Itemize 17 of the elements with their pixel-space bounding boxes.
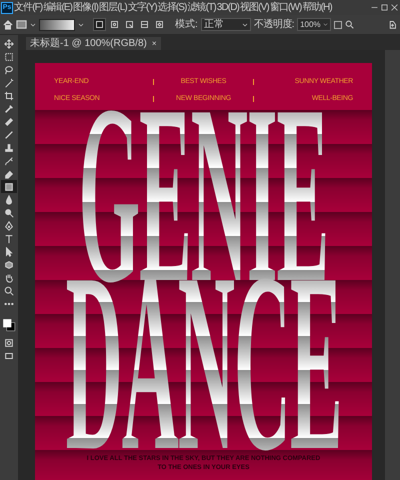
menu-item[interactable]: 选择(S): [158, 2, 186, 12]
menu-item[interactable]: 图像(I): [73, 2, 98, 12]
menu-item[interactable]: 窗口(W): [270, 2, 302, 12]
mode-label: 模式:: [175, 20, 198, 30]
opacity-field[interactable]: 100%: [297, 18, 331, 31]
menu-item[interactable]: 图层(L): [99, 2, 127, 12]
menu-item[interactable]: 帮助(H): [302, 2, 332, 12]
document-tab[interactable]: 未标题-1 @ 100%(RGB/8) ×: [26, 37, 161, 50]
menu-item[interactable]: 视图(V): [240, 2, 269, 12]
menu-item[interactable]: 3D(D): [216, 2, 239, 12]
menu-item[interactable]: 文字(Y): [128, 2, 157, 12]
tab-close-button[interactable]: ×: [152, 40, 157, 48]
menu-item[interactable]: 滤镜(T): [188, 2, 216, 12]
mode-dropdown[interactable]: 正常: [200, 18, 251, 31]
menu-item[interactable]: 文件(F): [14, 2, 42, 12]
opacity-label: 不透明度:: [254, 20, 294, 30]
menu-item[interactable]: 编辑(E): [43, 2, 72, 12]
